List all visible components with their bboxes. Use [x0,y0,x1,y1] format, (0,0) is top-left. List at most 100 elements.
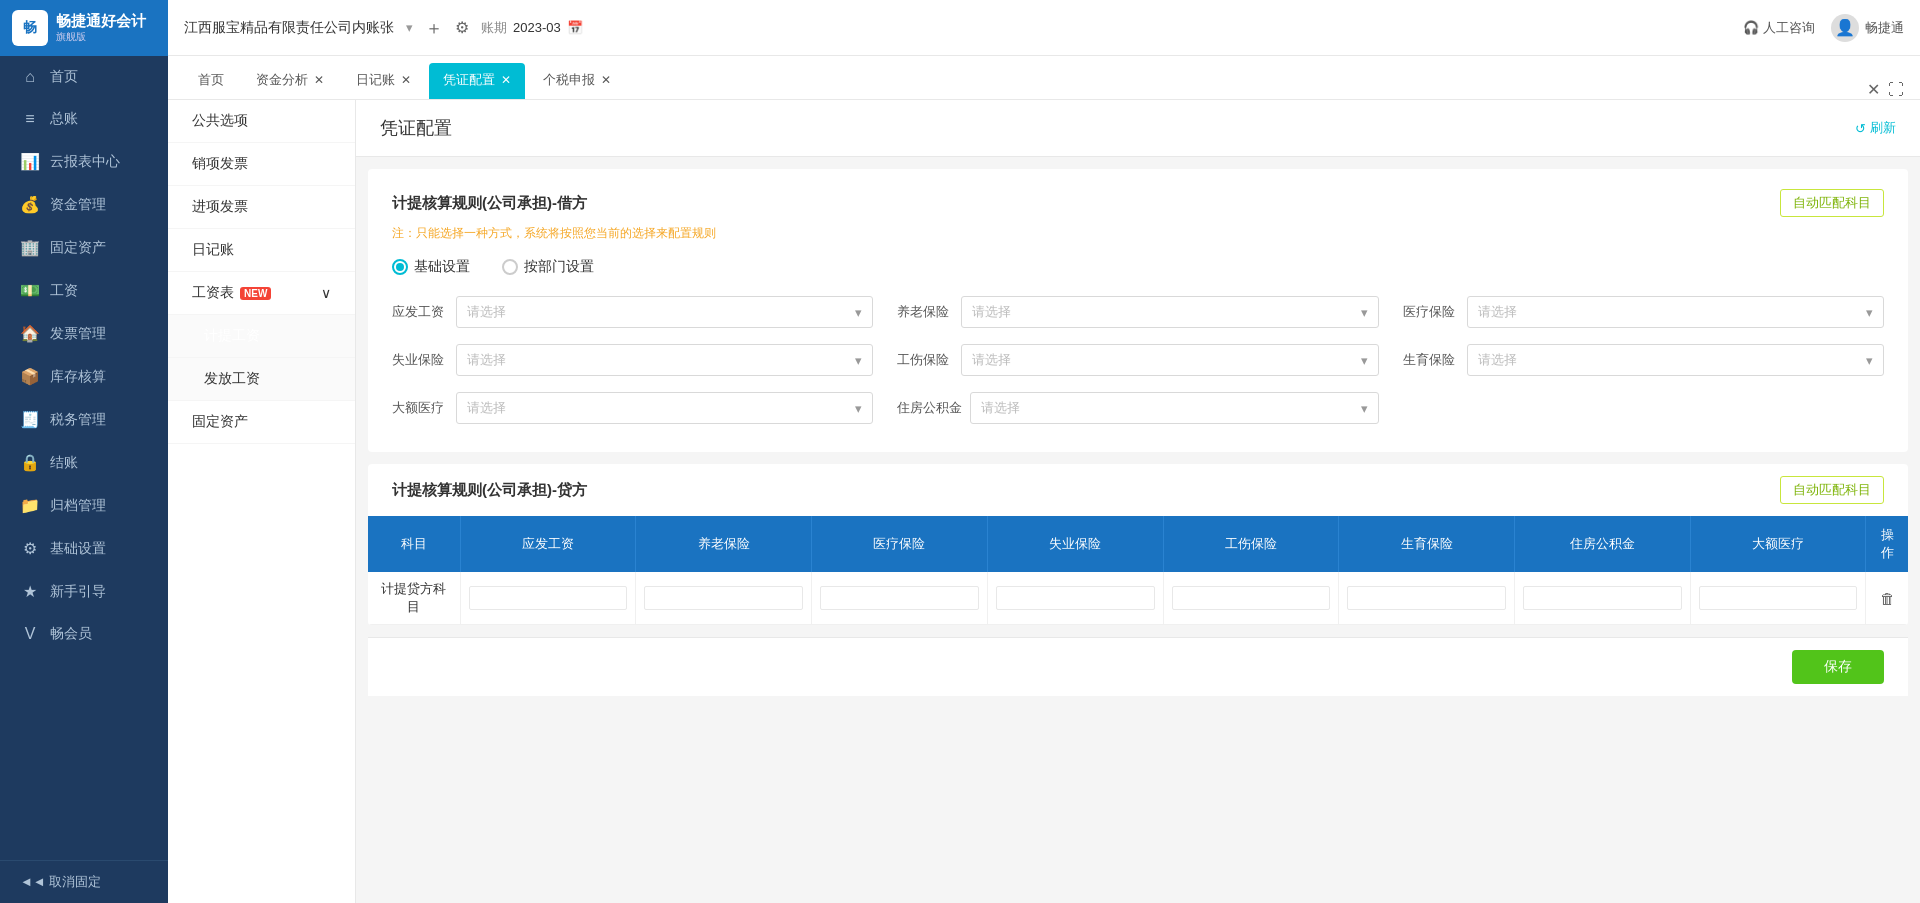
field-sybx2-select[interactable]: 请选择 ▾ [1467,344,1884,376]
input-ylbx[interactable] [644,586,803,610]
tab-voucher-config-label: 凭证配置 [443,71,495,89]
col-operation: 操作 [1866,516,1908,572]
tab-tax-close-icon[interactable]: ✕ [601,73,611,87]
sidebar-item-invoice[interactable]: 🏠 发票管理 [0,312,168,355]
field-zfgjj-chevron-icon: ▾ [1361,401,1368,416]
cell-zfgjj [1514,572,1690,625]
left-menu-salary-sheet[interactable]: 工资表 NEW ∨ [168,272,355,315]
add-tab-btn[interactable]: ＋ [425,16,443,40]
credit-auto-match-btn[interactable]: 自动匹配科目 [1780,476,1884,504]
sidebar-item-inventory[interactable]: 📦 库存核算 [0,355,168,398]
sidebar-label-reports: 云报表中心 [50,153,120,171]
sidebar-item-home[interactable]: ⌂ 首页 [0,56,168,98]
field-sybx-select[interactable]: 请选择 ▾ [456,344,873,376]
headset-icon: 🎧 [1743,20,1759,35]
sidebar-label-settings: 基础设置 [50,540,106,558]
guide-icon: ★ [20,582,40,601]
left-menu-accrue-salary-label: 计提工资 [204,327,260,345]
field-gsbx-select[interactable]: 请选择 ▾ [961,344,1378,376]
field-yfgz-placeholder: 请选择 [467,303,506,321]
field-ylbx2-placeholder: 请选择 [1478,303,1517,321]
settings-gear-icon[interactable]: ⚙ [455,18,469,37]
unpin-label: ◄◄ 取消固定 [20,873,101,891]
logo-text-block: 畅捷通好会计 旗舰版 [56,12,146,44]
support-label: 人工咨询 [1763,19,1815,37]
tab-voucher-close-icon[interactable]: ✕ [501,73,511,87]
tab-journal-close-icon[interactable]: ✕ [401,73,411,87]
field-gsbx: 工伤保险 请选择 ▾ [897,344,1378,376]
input-zfgjj[interactable] [1523,586,1682,610]
user-avatar: 👤 [1831,14,1859,42]
left-menu: 公共选项 销项发票 进项发票 日记账 工资表 NEW ∨ 计提工资 [168,100,356,903]
sidebar-label-assets: 固定资产 [50,239,106,257]
salary-sheet-expand-icon[interactable]: ∨ [321,285,331,301]
refresh-btn[interactable]: ↺ 刷新 [1855,119,1896,137]
expand-icon[interactable]: ⛶ [1888,81,1904,99]
field-zfgjj-label: 住房公积金 [897,399,962,417]
input-gsbx[interactable] [1172,586,1331,610]
save-btn[interactable]: 保存 [1792,650,1884,684]
input-sybx[interactable] [996,586,1155,610]
tab-funds-analysis-label: 资金分析 [256,71,308,89]
left-menu-public[interactable]: 公共选项 [168,100,355,143]
left-menu-journal[interactable]: 日记账 [168,229,355,272]
sidebar-item-ledger[interactable]: ≡ 总账 [0,98,168,140]
field-ylbx-select[interactable]: 请选择 ▾ [961,296,1378,328]
left-menu-sales-invoice-label: 销项发票 [192,155,248,173]
field-yfgz-select[interactable]: 请选择 ▾ [456,296,873,328]
company-dropdown-icon[interactable]: ▾ [406,20,413,35]
delete-row-btn[interactable]: 🗑 [1880,590,1895,607]
sidebar-item-salary[interactable]: 💵 工资 [0,269,168,312]
sidebar-item-close[interactable]: 🔒 结账 [0,441,168,484]
radio-basic-label: 基础设置 [414,258,470,276]
tab-journal[interactable]: 日记账 ✕ [342,63,425,99]
tab-tax-report[interactable]: 个税申报 ✕ [529,63,625,99]
sidebar-label-ledger: 总账 [50,110,78,128]
topbar-right: 🎧 人工咨询 👤 畅捷通 [1743,14,1904,42]
field-ylbx2-select[interactable]: 请选择 ▾ [1467,296,1884,328]
tab-voucher-config[interactable]: 凭证配置 ✕ [429,63,525,99]
sidebar-item-tax[interactable]: 🧾 税务管理 [0,398,168,441]
sidebar-unpin[interactable]: ◄◄ 取消固定 [0,860,168,903]
input-yfgz[interactable] [469,586,628,610]
tab-home[interactable]: 首页 [184,63,238,99]
left-menu-purchase-invoice[interactable]: 进项发票 [168,186,355,229]
tab-funds-close-icon[interactable]: ✕ [314,73,324,87]
support-btn[interactable]: 🎧 人工咨询 [1743,19,1815,37]
user-info[interactable]: 👤 畅捷通 [1831,14,1904,42]
sidebar-item-guide[interactable]: ★ 新手引导 [0,570,168,613]
debit-auto-match-btn[interactable]: 自动匹配科目 [1780,189,1884,217]
left-menu-fixed-assets[interactable]: 固定资产 [168,401,355,444]
main-area: 江西服宝精品有限责任公司内账张 ▾ ＋ ⚙ 账期 2023-03 📅 🎧 人工咨… [168,0,1920,903]
input-sybx2[interactable] [1347,586,1506,610]
field-dely-placeholder: 请选择 [467,399,506,417]
cell-gsbx [1163,572,1339,625]
sidebar-item-assets[interactable]: 🏢 固定资产 [0,226,168,269]
field-zfgjj-select[interactable]: 请选择 ▾ [970,392,1378,424]
radio-basic[interactable]: 基础设置 [392,258,470,276]
left-menu-accrue-salary[interactable]: 计提工资 [168,315,355,358]
tab-funds-analysis[interactable]: 资金分析 ✕ [242,63,338,99]
radio-department[interactable]: 按部门设置 [502,258,594,276]
logo-title: 畅捷通好会计 [56,12,146,30]
sidebar-item-archive[interactable]: 📁 归档管理 [0,484,168,527]
sidebar-item-reports[interactable]: 📊 云报表中心 [0,140,168,183]
field-sybx2-label: 生育保险 [1403,351,1459,369]
debit-section-title: 计提核算规则(公司承担)-借方 [392,194,587,213]
calendar-icon[interactable]: 📅 [567,20,583,35]
field-ylbx-chevron-icon: ▾ [1361,305,1368,320]
sidebar-item-funds[interactable]: 💰 资金管理 [0,183,168,226]
sidebar-item-vip[interactable]: V 畅会员 [0,613,168,655]
close-all-tabs-icon[interactable]: ✕ [1867,80,1880,99]
col-dely: 大额医疗 [1690,516,1866,572]
left-menu-sales-invoice[interactable]: 销项发票 [168,143,355,186]
sidebar: 畅 畅捷通好会计 旗舰版 ⌂ 首页 ≡ 总账 📊 云报表中心 💰 资金管理 🏢 … [0,0,168,903]
input-dely[interactable] [1699,586,1858,610]
input-ylbx2[interactable] [820,586,979,610]
refresh-icon: ↺ [1855,121,1866,136]
sidebar-label-guide: 新手引导 [50,583,106,601]
sidebar-label-funds: 资金管理 [50,196,106,214]
field-dely-select[interactable]: 请选择 ▾ [456,392,873,424]
left-menu-pay-salary[interactable]: 发放工资 [168,358,355,401]
sidebar-item-settings[interactable]: ⚙ 基础设置 [0,527,168,570]
